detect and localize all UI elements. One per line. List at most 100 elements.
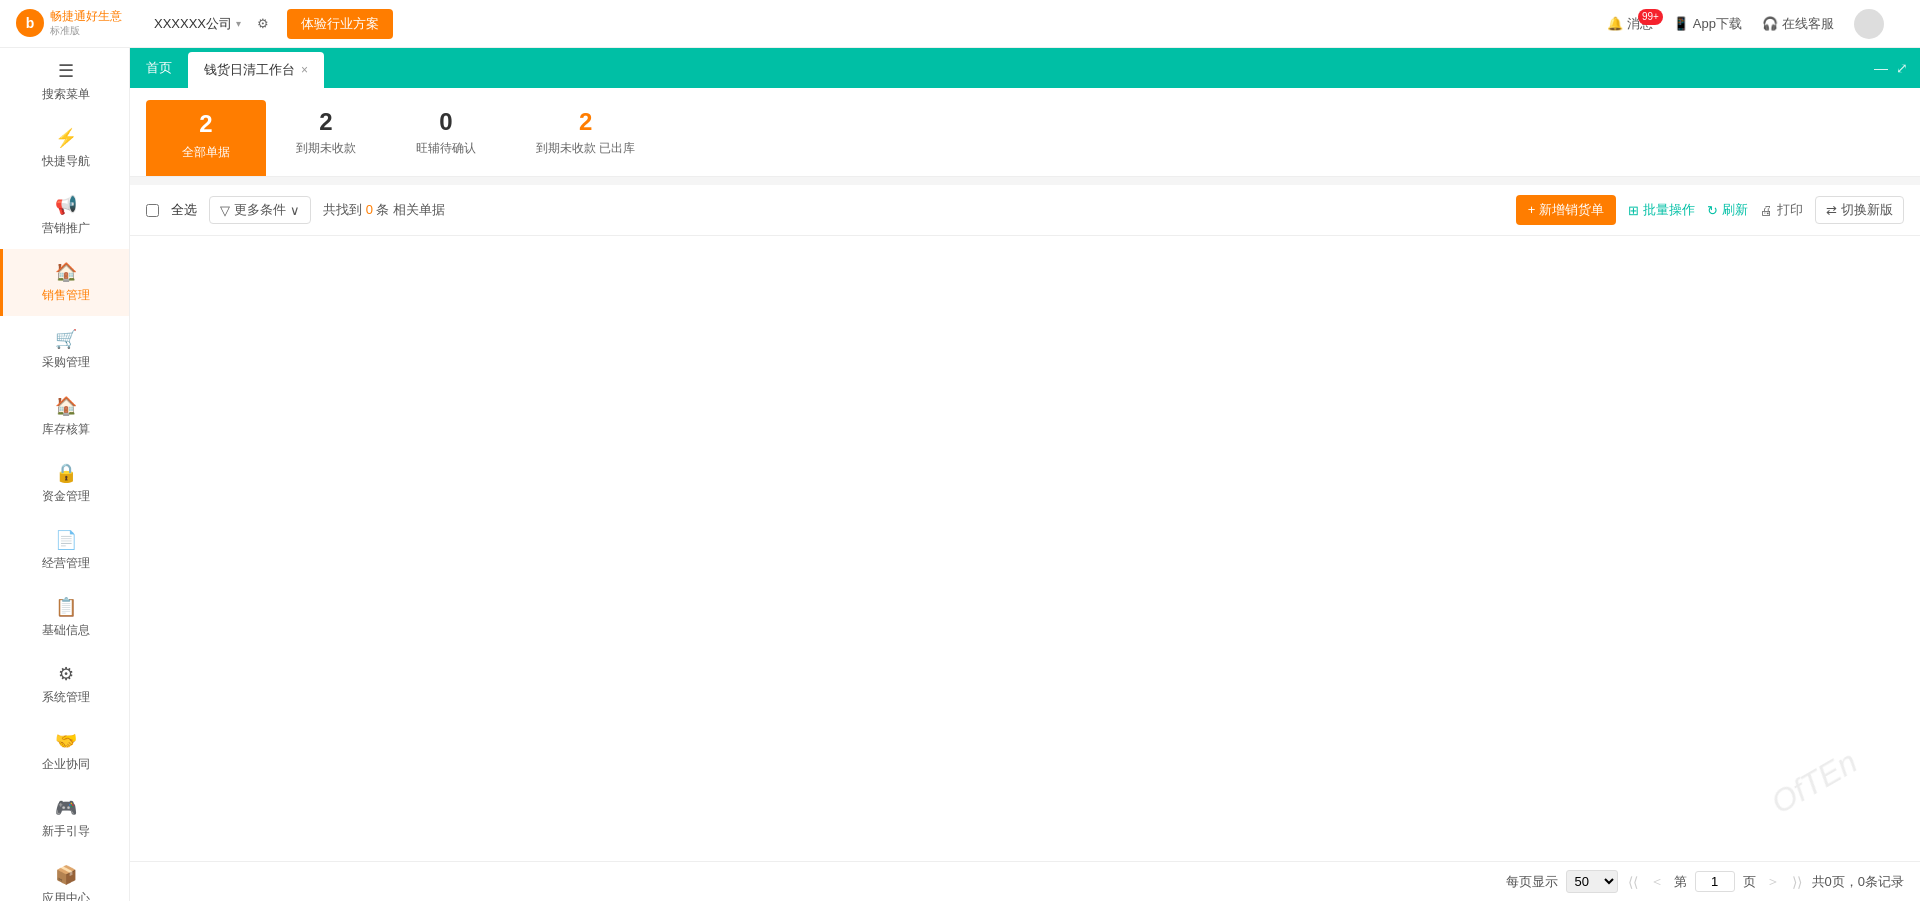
sidebar-label-purchase: 采购管理 bbox=[42, 354, 90, 371]
batch-label: 批量操作 bbox=[1643, 201, 1695, 219]
logo-text-area: 畅捷通好生意 标准版 bbox=[50, 9, 122, 37]
sidebar-item-sales[interactable]: 🏠 销售管理 bbox=[0, 249, 129, 316]
per-page-select[interactable]: 50 100 200 bbox=[1566, 870, 1618, 893]
switch-icon: ⇄ bbox=[1826, 203, 1837, 218]
stat-overdue-shipped-count: 2 bbox=[579, 108, 592, 136]
maximize-icon[interactable]: ⤢ bbox=[1896, 60, 1908, 76]
sidebar-label-app-center: 应用中心 bbox=[42, 890, 90, 901]
found-text: 共找到 0 条 相关单据 bbox=[323, 201, 445, 219]
sidebar-icon-sales: 🏠 bbox=[55, 261, 77, 283]
stat-tab-overdue[interactable]: 2 到期未收款 bbox=[266, 100, 386, 176]
per-page-label: 每页显示 bbox=[1506, 873, 1558, 891]
batch-icon: ⊞ bbox=[1628, 203, 1639, 218]
next-page-btn[interactable]: ＞ bbox=[1764, 873, 1782, 891]
pagination: 每页显示 50 100 200 ⟨⟨ ＜ 第 页 ＞ ⟩⟩ 共0页，0条记录 bbox=[130, 861, 1920, 901]
sidebar-label-inventory: 库存核算 bbox=[42, 421, 90, 438]
filter-btn[interactable]: ▽ 更多条件 ∨ bbox=[209, 196, 311, 224]
stat-tab-pending[interactable]: 0 旺辅待确认 bbox=[386, 100, 506, 176]
sidebar-item-app-center[interactable]: 📦 应用中心 bbox=[0, 852, 129, 901]
stat-pending-count: 0 bbox=[439, 108, 452, 136]
refresh-icon: ↻ bbox=[1707, 203, 1718, 218]
company-name: XXXXXX公司 bbox=[154, 15, 232, 33]
filter-icon: ▽ bbox=[220, 203, 230, 218]
switch-label: 切换新版 bbox=[1841, 201, 1893, 219]
sidebar-icon-operation: 📄 bbox=[55, 529, 77, 551]
header-right: 🔔 消息 99+ 📱 App下载 🎧 在线客服 bbox=[1607, 9, 1904, 39]
sidebar-icon-guide: 🎮 bbox=[55, 797, 77, 819]
sidebar-label-quick-nav: 快捷导航 bbox=[42, 153, 90, 170]
company-selector[interactable]: XXXXXX公司 ▾ bbox=[154, 15, 241, 33]
tab-close-icon[interactable]: × bbox=[301, 63, 308, 77]
bell-icon: 🔔 bbox=[1607, 16, 1623, 31]
sidebar-icon-system: ⚙ bbox=[58, 663, 74, 685]
sidebar-item-quick-nav[interactable]: ⚡ 快捷导航 bbox=[0, 115, 129, 182]
total-label: 共0页，0条记录 bbox=[1812, 873, 1904, 891]
sidebar-icon-app-center: 📦 bbox=[55, 864, 77, 886]
logo-area: b 畅捷通好生意 标准版 bbox=[16, 9, 146, 37]
avatar[interactable] bbox=[1854, 9, 1884, 39]
last-page-btn[interactable]: ⟩⟩ bbox=[1790, 874, 1804, 890]
sidebar-icon-finance: 🔒 bbox=[55, 462, 77, 484]
stat-all-count: 2 bbox=[199, 108, 212, 140]
stat-overdue-label: 到期未收款 bbox=[296, 140, 356, 157]
refresh-label: 刷新 bbox=[1722, 201, 1748, 219]
sidebar-item-guide[interactable]: 🎮 新手引导 bbox=[0, 785, 129, 852]
print-icon: 🖨 bbox=[1760, 203, 1773, 218]
stat-pending-label: 旺辅待确认 bbox=[416, 140, 476, 157]
sidebar-label-sales: 销售管理 bbox=[42, 287, 90, 304]
main-layout: ☰ 搜索菜单 ⚡ 快捷导航 📢 营销推广 🏠 销售管理 🛒 采购管理 🏠 库存核… bbox=[0, 48, 1920, 901]
sidebar-icon-marketing: 📢 bbox=[55, 194, 77, 216]
sidebar-item-cooperation[interactable]: 🤝 企业协同 bbox=[0, 718, 129, 785]
print-label: 打印 bbox=[1777, 201, 1803, 219]
logo-icon: b bbox=[16, 9, 44, 37]
sidebar-icon-basic-info: 📋 bbox=[55, 596, 77, 618]
select-all-label: 全选 bbox=[171, 201, 197, 219]
top-header: b 畅捷通好生意 标准版 XXXXXX公司 ▾ ⚙ 体验行业方案 🔔 消息 99… bbox=[0, 0, 1920, 48]
settings-icon[interactable]: ⚙ bbox=[249, 10, 277, 38]
tab-home[interactable]: 首页 bbox=[130, 48, 188, 88]
content-area: 首页 钱货日清工作台 × — ⤢ 2 全部单据 2 到期未收款 bbox=[130, 48, 1920, 901]
sidebar-icon-inventory: 🏠 bbox=[55, 395, 77, 417]
sidebar-item-search-menu[interactable]: ☰ 搜索菜单 bbox=[0, 48, 129, 115]
online-service-btn[interactable]: 🎧 在线客服 bbox=[1762, 15, 1834, 33]
stat-all-label: 全部单据 bbox=[182, 144, 230, 161]
app-download-btn[interactable]: 📱 App下载 bbox=[1673, 15, 1742, 33]
page-label: 第 bbox=[1674, 873, 1687, 891]
prev-page-btn[interactable]: ＜ bbox=[1648, 873, 1666, 891]
app-download-label: App下载 bbox=[1693, 15, 1742, 33]
messages-btn[interactable]: 🔔 消息 99+ bbox=[1607, 15, 1653, 33]
trial-btn[interactable]: 体验行业方案 bbox=[287, 9, 393, 39]
print-btn[interactable]: 🖨 打印 bbox=[1760, 201, 1803, 219]
download-icon: 📱 bbox=[1673, 16, 1689, 31]
sidebar-item-purchase[interactable]: 🛒 采购管理 bbox=[0, 316, 129, 383]
minimize-icon[interactable]: — bbox=[1874, 60, 1888, 76]
headset-icon: 🎧 bbox=[1762, 16, 1778, 31]
found-count: 0 bbox=[366, 202, 373, 217]
stat-overdue-count: 2 bbox=[319, 108, 332, 136]
select-all-checkbox[interactable] bbox=[146, 204, 159, 217]
sidebar-icon-cooperation: 🤝 bbox=[55, 730, 77, 752]
switch-version-btn[interactable]: ⇄ 切换新版 bbox=[1815, 196, 1904, 224]
sidebar-item-marketing[interactable]: 📢 营销推广 bbox=[0, 182, 129, 249]
stat-tab-overdue-shipped[interactable]: 2 到期未收款 已出库 bbox=[506, 100, 665, 176]
batch-operation-btn[interactable]: ⊞ 批量操作 bbox=[1628, 201, 1695, 219]
sidebar-label-guide: 新手引导 bbox=[42, 823, 90, 840]
sidebar-item-system[interactable]: ⚙ 系统管理 bbox=[0, 651, 129, 718]
page-input[interactable] bbox=[1695, 871, 1735, 892]
toolbar-right: + 新增销货单 ⊞ 批量操作 ↻ 刷新 🖨 打印 ⇄ bbox=[1516, 195, 1904, 225]
tab-bar: 首页 钱货日清工作台 × — ⤢ bbox=[130, 48, 1920, 88]
sidebar-label-basic-info: 基础信息 bbox=[42, 622, 90, 639]
sidebar-label-cooperation: 企业协同 bbox=[42, 756, 90, 773]
first-page-btn[interactable]: ⟨⟨ bbox=[1626, 874, 1640, 890]
page-suffix: 页 bbox=[1743, 873, 1756, 891]
sidebar-item-operation[interactable]: 📄 经营管理 bbox=[0, 517, 129, 584]
sidebar-item-basic-info[interactable]: 📋 基础信息 bbox=[0, 584, 129, 651]
stat-tab-all[interactable]: 2 全部单据 bbox=[146, 100, 266, 176]
messages-badge: 99+ bbox=[1638, 9, 1663, 25]
sidebar-item-inventory[interactable]: 🏠 库存核算 bbox=[0, 383, 129, 450]
add-sales-order-btn[interactable]: + 新增销货单 bbox=[1516, 195, 1616, 225]
tab-active[interactable]: 钱货日清工作台 × bbox=[188, 52, 324, 88]
refresh-btn[interactable]: ↻ 刷新 bbox=[1707, 201, 1748, 219]
sidebar-item-finance[interactable]: 🔒 资金管理 bbox=[0, 450, 129, 517]
stats-tabs: 2 全部单据 2 到期未收款 0 旺辅待确认 2 到期未收款 已出库 bbox=[130, 88, 1920, 177]
